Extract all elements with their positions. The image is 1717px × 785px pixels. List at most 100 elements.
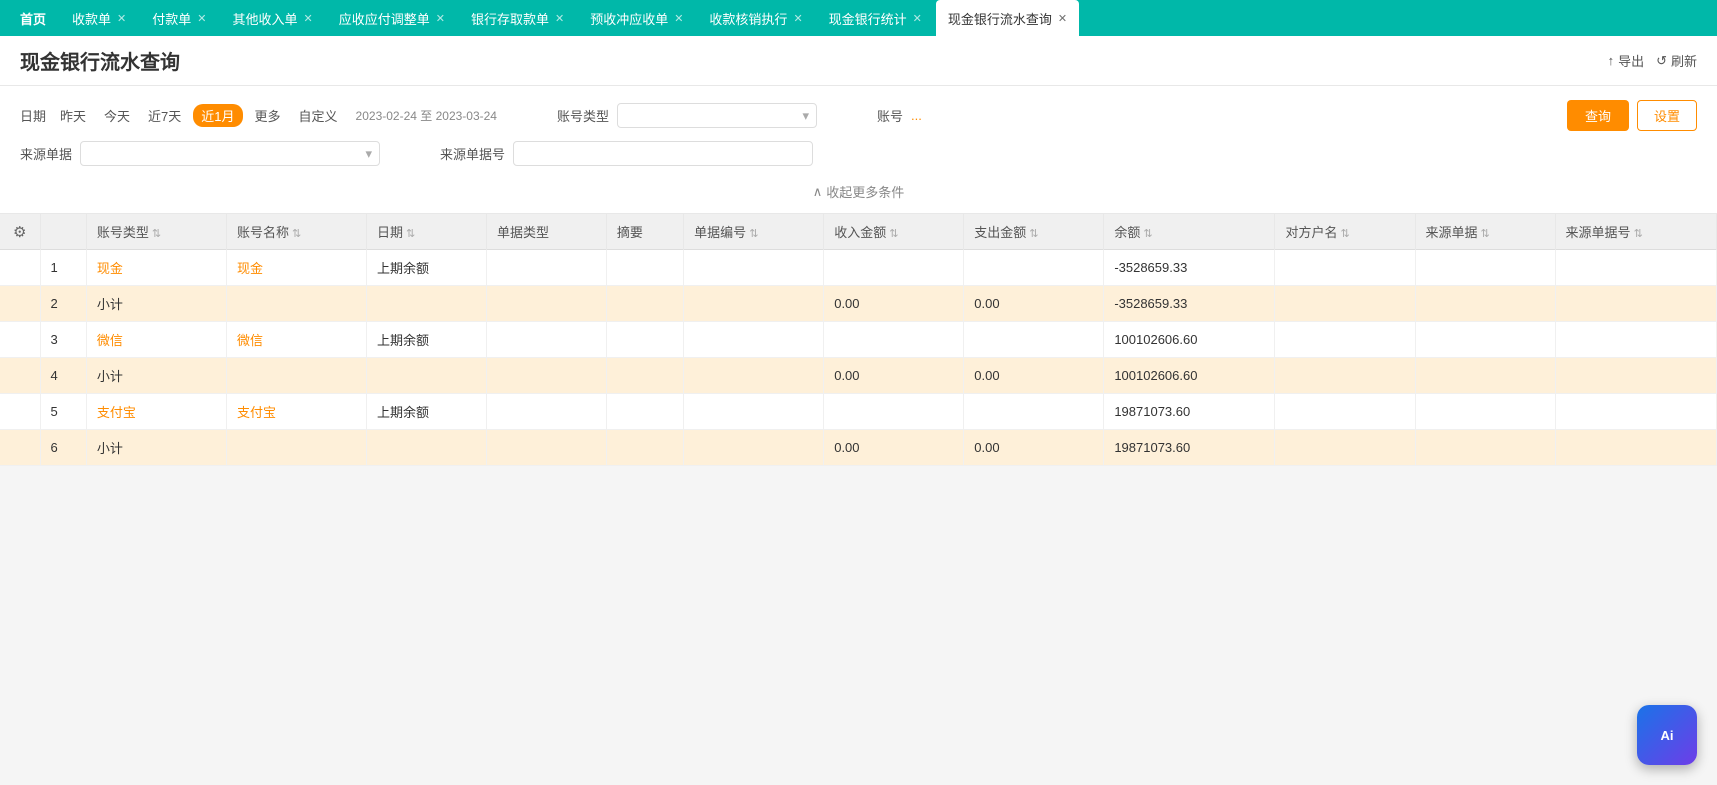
close-icon[interactable]: ✕: [555, 12, 564, 25]
col-income[interactable]: 收入金额⇅: [824, 214, 964, 250]
cell-doc_type: [486, 250, 606, 286]
close-icon[interactable]: ✕: [197, 12, 206, 25]
collapse-bar[interactable]: ∧ 收起更多条件: [20, 176, 1697, 203]
cell-settings: [0, 358, 40, 394]
nav-tab-qita[interactable]: 其他收入单✕: [220, 0, 324, 36]
cell-doc_no: [684, 250, 824, 286]
nav-tab-label: 付款单: [152, 9, 191, 28]
source-doc-select-wrapper[interactable]: [80, 141, 380, 166]
cell-settings: [0, 322, 40, 358]
filter-area: 日期 昨天今天近7天近1月更多自定义 2023-02-24 至 2023-03-…: [0, 86, 1717, 214]
table-container: ⚙账号类型⇅账号名称⇅日期⇅单据类型摘要单据编号⇅收入金额⇅支出金额⇅余额⇅对方…: [0, 214, 1717, 466]
cell-summary: [606, 250, 683, 286]
date-shortcuts: 昨天今天近7天近1月更多自定义: [54, 104, 344, 127]
cell-account_type: 小计: [86, 358, 226, 394]
col-doc_no[interactable]: 单据编号⇅: [684, 214, 824, 250]
cell-source_doc_no: [1555, 286, 1716, 322]
cell-settings: [0, 394, 40, 430]
col-counterpart[interactable]: 对方户名⇅: [1275, 214, 1415, 250]
cell-balance: 100102606.60: [1104, 358, 1275, 394]
nav-tab-label: 收款单: [72, 9, 111, 28]
nav-tab-yushouchen[interactable]: 预收冲应收单✕: [578, 0, 695, 36]
close-icon[interactable]: ✕: [436, 12, 445, 25]
date-btn-昨天[interactable]: 昨天: [54, 104, 92, 127]
source-doc-select[interactable]: [80, 141, 380, 166]
filter-row-2: 来源单据 来源单据号: [20, 141, 1697, 166]
sort-icon: ⇅: [1634, 228, 1643, 240]
refresh-label: 刷新: [1671, 51, 1697, 70]
nav-tab-yingshouliu[interactable]: 应收应付调整单✕: [327, 0, 457, 36]
col-source_doc[interactable]: 来源单据⇅: [1415, 214, 1555, 250]
nav-tab-label: 收款核销执行: [709, 9, 787, 28]
col-account_name[interactable]: 账号名称⇅: [226, 214, 366, 250]
settings-button[interactable]: 设置: [1637, 100, 1697, 131]
account-type-select[interactable]: [617, 103, 817, 128]
cell-income: 0.00: [824, 430, 964, 466]
date-btn-近7天[interactable]: 近7天: [142, 104, 187, 127]
filter-row-1: 日期 昨天今天近7天近1月更多自定义 2023-02-24 至 2023-03-…: [20, 100, 1697, 131]
table-header: ⚙账号类型⇅账号名称⇅日期⇅单据类型摘要单据编号⇅收入金额⇅支出金额⇅余额⇅对方…: [0, 214, 1717, 250]
col-label-account_type: 账号类型: [97, 225, 149, 240]
query-button[interactable]: 查询: [1567, 100, 1629, 131]
cell-expense: 0.00: [964, 358, 1104, 394]
cell-income: 0.00: [824, 358, 964, 394]
col-label-source_doc: 来源单据: [1426, 225, 1478, 240]
account-type-select-wrapper[interactable]: [617, 103, 817, 128]
nav-tab-xianjin[interactable]: 现金银行统计 ✕: [817, 0, 934, 36]
cell-counterpart: [1275, 286, 1415, 322]
nav-tab-label: 现金银行统计: [829, 9, 907, 28]
cell-num: 1: [40, 250, 86, 286]
col-source_doc_no[interactable]: 来源单据号⇅: [1555, 214, 1716, 250]
col-num: [40, 214, 86, 250]
cell-doc_no: [684, 430, 824, 466]
cell-date: [366, 358, 486, 394]
cell-doc_type: [486, 322, 606, 358]
col-label-date: 日期: [377, 225, 403, 240]
sort-icon: ⇅: [1340, 228, 1349, 240]
date-label: 日期: [20, 106, 46, 125]
cell-expense: [964, 322, 1104, 358]
close-icon[interactable]: ✕: [913, 12, 922, 25]
cell-account_name: [226, 430, 366, 466]
col-summary: 摘要: [606, 214, 683, 250]
table-settings-icon[interactable]: ⚙: [13, 224, 26, 241]
col-label-expense: 支出金额: [974, 225, 1026, 240]
close-icon[interactable]: ✕: [793, 12, 802, 25]
nav-tab-fukuan[interactable]: 付款单 ✕: [140, 0, 218, 36]
date-btn-自定义[interactable]: 自定义: [293, 104, 344, 127]
close-icon[interactable]: ✕: [674, 12, 683, 25]
nav-tab-shoukuan[interactable]: 收款单 ✕: [60, 0, 138, 36]
cell-income: [824, 394, 964, 430]
date-btn-更多[interactable]: 更多: [249, 104, 287, 127]
page-title: 现金银行流水查询: [20, 46, 180, 75]
export-button[interactable]: ↑ 导出: [1608, 51, 1645, 70]
cell-source_doc_no: [1555, 322, 1716, 358]
ai-assistant-button[interactable]: Ai: [1637, 705, 1697, 765]
close-icon[interactable]: ✕: [1058, 12, 1067, 25]
refresh-button[interactable]: ↺ 刷新: [1656, 51, 1697, 70]
close-icon[interactable]: ✕: [117, 12, 126, 25]
nav-tab-liushui[interactable]: 现金银行流水查询✕: [936, 0, 1079, 36]
cell-source_doc_no: [1555, 394, 1716, 430]
account-more-btn[interactable]: ...: [911, 108, 922, 123]
nav-home[interactable]: 首页: [8, 0, 58, 36]
source-doc-no-input[interactable]: [513, 141, 813, 166]
cell-account_type: 小计: [86, 430, 226, 466]
col-account_type[interactable]: 账号类型⇅: [86, 214, 226, 250]
cell-settings: [0, 430, 40, 466]
date-btn-今天[interactable]: 今天: [98, 104, 136, 127]
nav-tab-yinhangcun[interactable]: 银行存取款单✕: [459, 0, 576, 36]
cell-account_name: 支付宝: [226, 394, 366, 430]
cell-counterpart: [1275, 250, 1415, 286]
top-navigation: 首页 收款单✕付款单✕其他收入单✕应收应付调整单✕银行存取款单✕预收冲应收单✕收…: [0, 0, 1717, 36]
sort-icon: ⇅: [292, 228, 301, 240]
date-btn-近1月[interactable]: 近1月: [193, 104, 242, 127]
cell-source_doc_no: [1555, 250, 1716, 286]
nav-tab-shoukuanhe[interactable]: 收款核销执行 ✕: [697, 0, 814, 36]
cell-doc_type: [486, 358, 606, 394]
table-row: 5支付宝支付宝上期余额19871073.60: [0, 394, 1717, 430]
col-date[interactable]: 日期⇅: [366, 214, 486, 250]
col-expense[interactable]: 支出金额⇅: [964, 214, 1104, 250]
close-icon[interactable]: ✕: [304, 12, 313, 25]
col-balance[interactable]: 余额⇅: [1104, 214, 1275, 250]
